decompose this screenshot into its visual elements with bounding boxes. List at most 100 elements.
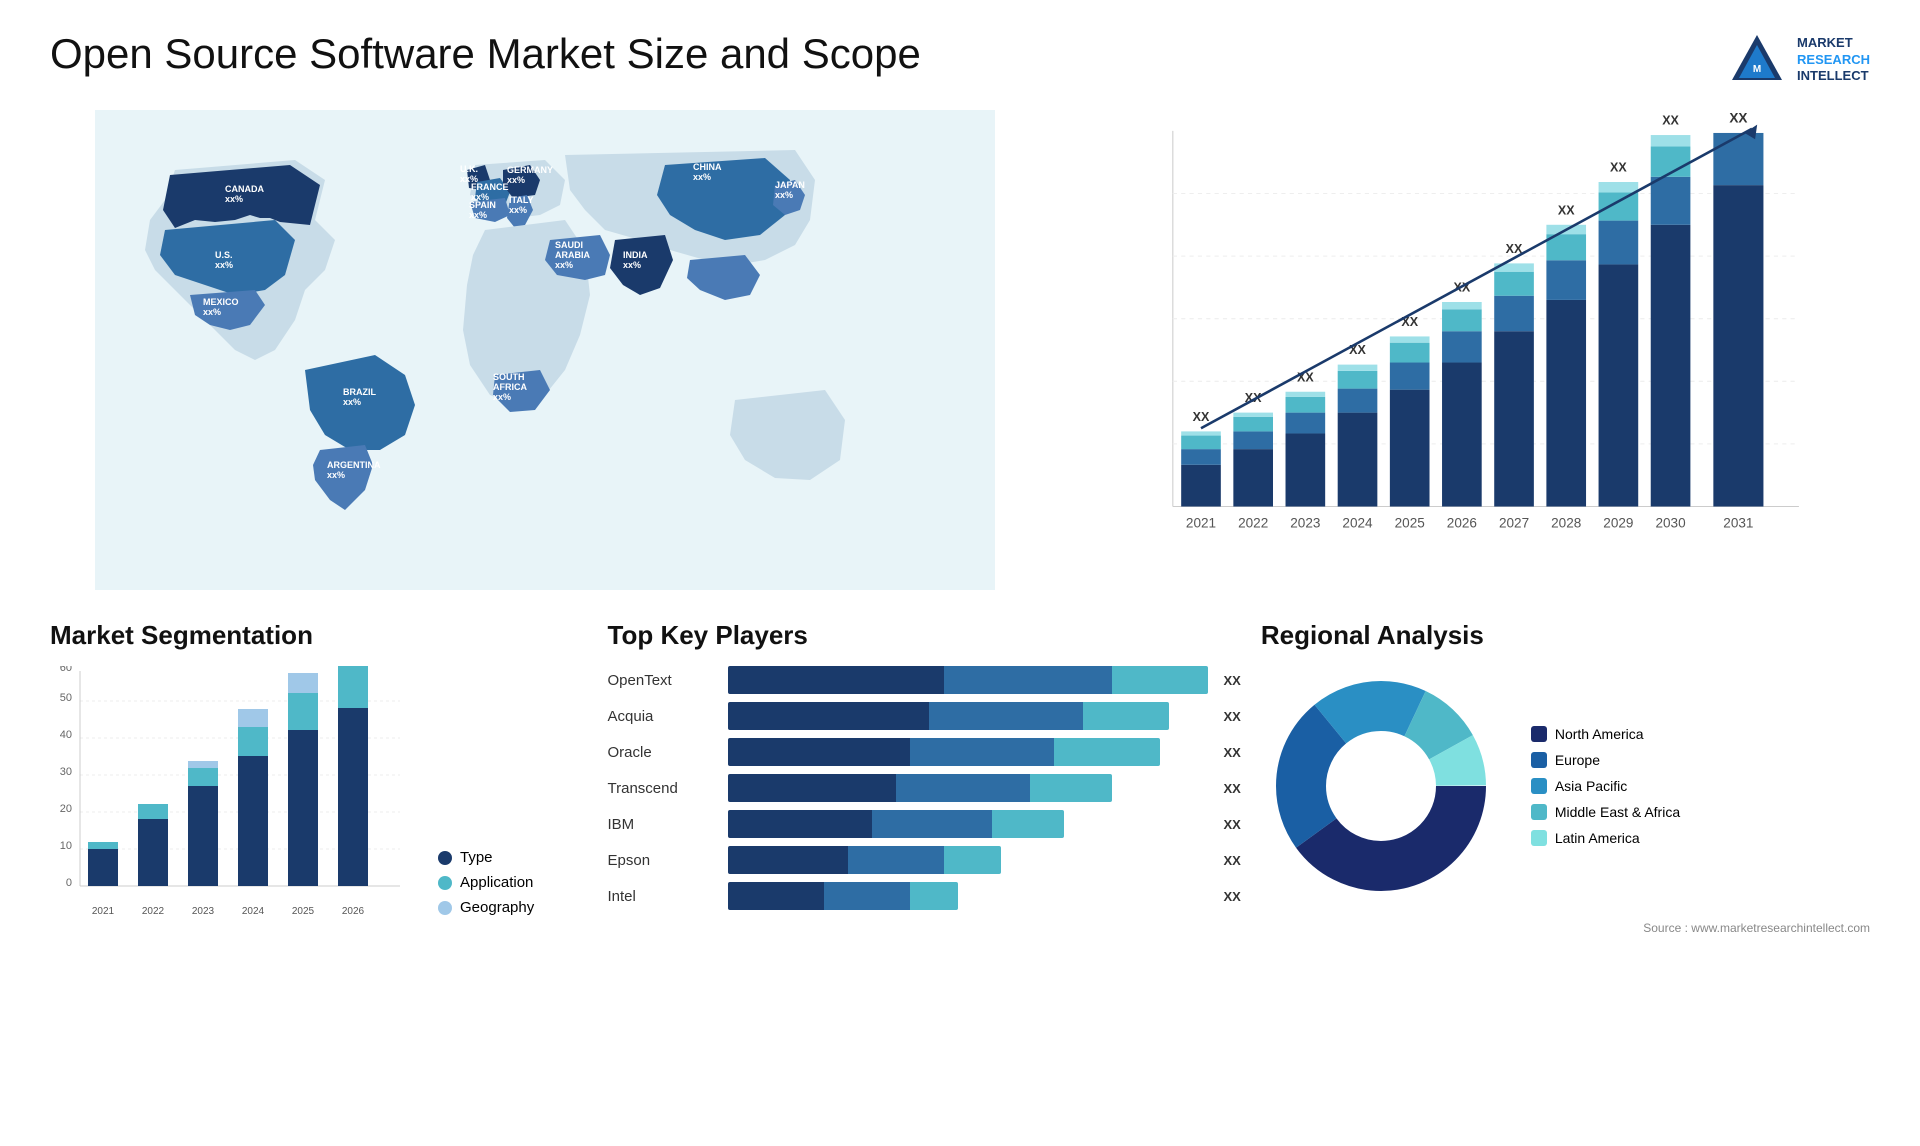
regional-legend-item: Europe <box>1531 752 1680 768</box>
key-players-title: Top Key Players <box>608 620 1241 651</box>
player-name: Transcend <box>608 780 718 797</box>
regional-legend-label: Latin America <box>1555 830 1640 846</box>
bar-2025-seg2 <box>1390 363 1430 390</box>
map-label-argentina-val: xx% <box>327 470 345 480</box>
player-bar <box>728 882 958 910</box>
legend-dot-type <box>438 851 452 865</box>
bar-xlabel-2029: 2029 <box>1603 515 1633 530</box>
player-bar <box>728 666 1208 694</box>
map-label-safrica: SOUTH <box>493 372 525 382</box>
donut-svg <box>1261 666 1501 906</box>
bar-2022-seg2 <box>1233 431 1273 449</box>
map-label-spain: SPAIN <box>469 200 496 210</box>
player-bar-seg2 <box>824 882 910 910</box>
player-bar-seg3 <box>1030 774 1112 802</box>
regional-title: Regional Analysis <box>1261 620 1870 651</box>
regional-legend-label: Asia Pacific <box>1555 778 1627 794</box>
regional-legend-color <box>1531 778 1547 794</box>
map-label-india: INDIA <box>623 250 648 260</box>
bar-xlabel-2031: 2031 <box>1723 515 1753 530</box>
legend-dot-application <box>438 876 452 890</box>
bar-2021-seg4 <box>1181 431 1221 435</box>
page-container: Open Source Software Market Size and Sco… <box>0 0 1920 1146</box>
player-row: IntelXX <box>608 882 1241 910</box>
donut-chart <box>1261 666 1501 906</box>
bar-2031-seg1 <box>1713 185 1763 506</box>
player-bar-container <box>728 846 1208 874</box>
logo-text: MARKET RESEARCH INTELLECT <box>1797 35 1870 86</box>
map-label-china-val: xx% <box>693 172 711 182</box>
regional-legend-color <box>1531 726 1547 742</box>
bar-2022-seg4 <box>1233 413 1273 417</box>
player-bar-seg1 <box>728 738 910 766</box>
player-bar <box>728 774 1112 802</box>
map-label-mexico-val: xx% <box>203 307 221 317</box>
player-name: Oracle <box>608 744 718 761</box>
regional-legend-label: Europe <box>1555 752 1600 768</box>
bar-label-2030: XX <box>1662 114 1679 128</box>
source-text: Source : www.marketresearchintellect.com <box>1261 921 1870 935</box>
player-bar-seg2 <box>896 774 1030 802</box>
svg-text:2022: 2022 <box>142 906 165 917</box>
segmentation-section: Market Segmentation 0 10 20 30 40 50 60 <box>50 620 588 960</box>
bar-2021-seg3 <box>1181 436 1221 450</box>
seg-chart-svg: 0 10 20 30 40 50 60 <box>50 666 430 946</box>
map-label-uk: U.K. <box>460 164 478 174</box>
bar-2029-seg4 <box>1599 182 1639 192</box>
bar-xlabel-2023: 2023 <box>1290 515 1320 530</box>
player-name: Intel <box>608 888 718 905</box>
player-row: EpsonXX <box>608 846 1241 874</box>
map-label-brazil-val: xx% <box>343 397 361 407</box>
player-bar <box>728 738 1160 766</box>
player-name: OpenText <box>608 672 718 689</box>
regional-section: Regional Analysis <box>1261 620 1870 960</box>
player-bar-seg2 <box>944 666 1112 694</box>
player-bar-seg1 <box>728 774 896 802</box>
bar-2029-seg3 <box>1599 192 1639 220</box>
world-map-svg: U.S. xx% CANADA xx% MEXICO xx% BRAZIL xx… <box>50 110 1040 590</box>
regional-legend-color <box>1531 804 1547 820</box>
bar-2027-seg3 <box>1494 272 1534 296</box>
map-label-safrica2: AFRICA <box>493 382 527 392</box>
map-label-france: FRANCE <box>471 182 509 192</box>
bar-2024-seg2 <box>1338 389 1378 413</box>
svg-text:20: 20 <box>60 803 72 815</box>
player-bar <box>728 846 1002 874</box>
svg-text:10: 10 <box>60 840 72 852</box>
player-bar-seg2 <box>929 702 1083 730</box>
player-bar-seg2 <box>910 738 1054 766</box>
bar-2029-seg1 <box>1599 264 1639 506</box>
top-section: U.S. xx% CANADA xx% MEXICO xx% BRAZIL xx… <box>50 110 1870 590</box>
player-bar-seg3 <box>944 846 1002 874</box>
bar-2025-seg3 <box>1390 343 1430 363</box>
bar-2029-seg2 <box>1599 221 1639 265</box>
legend-label-application: Application <box>460 874 533 891</box>
bar-xlabel-2030: 2030 <box>1655 515 1685 530</box>
map-container: U.S. xx% CANADA xx% MEXICO xx% BRAZIL xx… <box>50 110 1040 590</box>
bar-label-2031: XX <box>1729 111 1747 126</box>
player-row: IBMXX <box>608 810 1241 838</box>
player-bar-seg3 <box>992 810 1064 838</box>
page-title: Open Source Software Market Size and Sco… <box>50 30 921 78</box>
bar-2024-seg3 <box>1338 371 1378 389</box>
map-label-italy-val: xx% <box>509 205 527 215</box>
bar-2024-seg4 <box>1338 365 1378 371</box>
key-players-section: Top Key Players OpenTextXXAcquiaXXOracle… <box>608 620 1241 960</box>
svg-text:2021: 2021 <box>92 906 115 917</box>
map-label-india-val: xx% <box>623 260 641 270</box>
player-bar-seg3 <box>910 882 958 910</box>
map-label-usa-val: xx% <box>215 260 233 270</box>
bar-2030-seg1 <box>1651 225 1691 507</box>
svg-text:2025: 2025 <box>292 906 315 917</box>
map-label-china: CHINA <box>693 162 722 172</box>
player-bar-seg1 <box>728 666 944 694</box>
player-xx-label: XX <box>1224 781 1241 796</box>
regional-legend: North AmericaEuropeAsia PacificMiddle Ea… <box>1531 726 1680 846</box>
map-label-canada-val: xx% <box>225 194 243 204</box>
svg-text:60: 60 <box>60 666 72 674</box>
bar-2027-seg1 <box>1494 331 1534 506</box>
map-label-saudi: SAUDI <box>555 240 583 250</box>
map-label-italy: ITALY <box>509 195 534 205</box>
map-label-saudi-val: xx% <box>555 260 573 270</box>
player-bar-seg2 <box>872 810 992 838</box>
